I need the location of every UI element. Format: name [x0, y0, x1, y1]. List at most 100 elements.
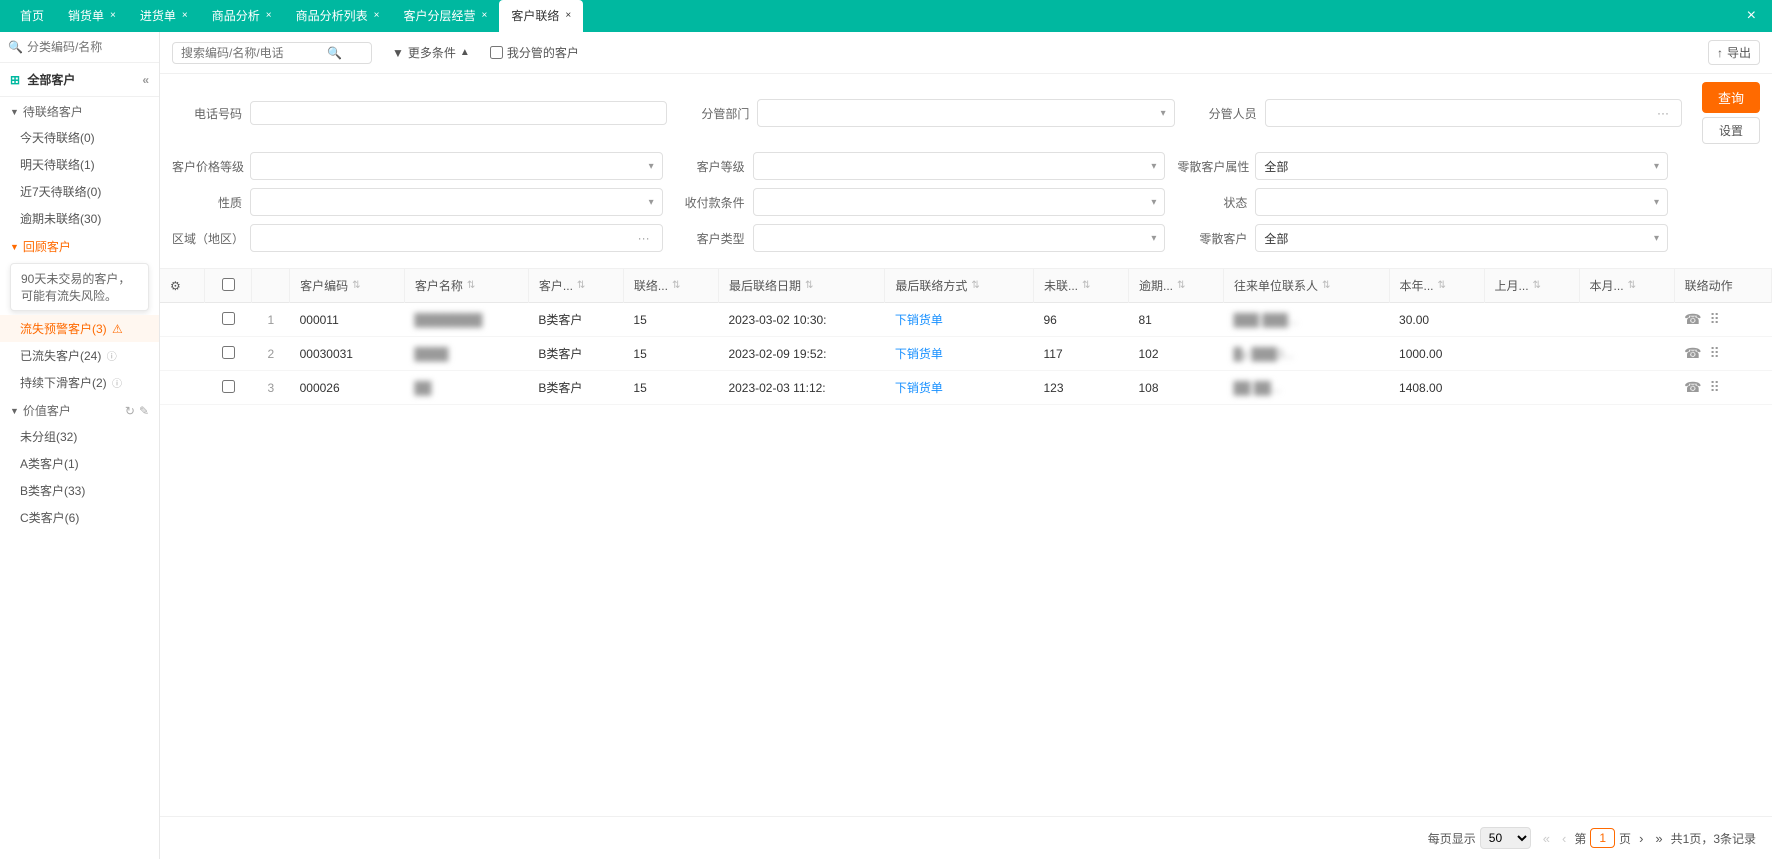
- overdue-header[interactable]: 逾期...⇅: [1129, 269, 1224, 303]
- sidebar-all-customers[interactable]: ⊞ 全部客户 «: [0, 63, 159, 97]
- my-customers-checkbox[interactable]: [490, 46, 503, 59]
- contact-icon[interactable]: ☎: [1684, 345, 1701, 362]
- this-month-header[interactable]: 本月...⇅: [1579, 269, 1674, 303]
- sidebar-item-class-a[interactable]: A类客户(1): [0, 450, 159, 477]
- customer-type-select[interactable]: ▾: [753, 224, 1166, 252]
- sidebar-item-week-contact[interactable]: 近7天待联络(0): [0, 178, 159, 205]
- more-action-icon[interactable]: ⠿: [1710, 311, 1720, 328]
- more-action-icon[interactable]: ⠿: [1710, 345, 1720, 362]
- last-month-header[interactable]: 上月...⇅: [1484, 269, 1579, 303]
- contact-icon[interactable]: ☎: [1684, 379, 1701, 396]
- zero-attr-select[interactable]: 全部 ▾: [1255, 152, 1668, 180]
- arrow-down-icon: ▼: [10, 107, 19, 117]
- close-analysis-icon[interactable]: ×: [266, 0, 272, 32]
- gear-header[interactable]: ⚙: [160, 269, 204, 303]
- row-checkbox[interactable]: [222, 380, 235, 393]
- tab-sales[interactable]: 销货单 ×: [56, 0, 128, 32]
- more-action-icon[interactable]: ⠿: [1710, 379, 1720, 396]
- name-header[interactable]: 客户名称⇅: [404, 269, 528, 303]
- tab-analysis-list[interactable]: 商品分析列表 ×: [284, 0, 392, 32]
- region-more-icon[interactable]: ···: [634, 231, 654, 245]
- close-customer-link-icon[interactable]: ×: [565, 0, 571, 32]
- search-input[interactable]: [181, 46, 321, 60]
- select-all-checkbox[interactable]: [222, 278, 235, 291]
- my-customers-checkbox-label[interactable]: 我分管的客户: [490, 44, 579, 61]
- sidebar-item-already-churned[interactable]: 已流失客户(24) ⓘ: [0, 342, 159, 369]
- sidebar-item-unclassified[interactable]: 未分组(32): [0, 423, 159, 450]
- row-code: 000026: [290, 371, 405, 405]
- last-page-button[interactable]: »: [1651, 829, 1666, 848]
- sidebar-group-value[interactable]: ▼ 价值客户 ↻ ✎: [0, 396, 159, 423]
- close-purchase-icon[interactable]: ×: [182, 0, 188, 32]
- this-year-header[interactable]: 本年...⇅: [1389, 269, 1484, 303]
- sidebar-search-input[interactable]: [27, 40, 160, 54]
- total-info: 共1页，3条记录: [1671, 830, 1756, 847]
- row-checkbox-cell[interactable]: [204, 303, 252, 337]
- row-checkbox-cell[interactable]: [204, 337, 252, 371]
- sidebar-item-tomorrow-contact[interactable]: 明天待联络(1): [0, 151, 159, 178]
- tab-purchase[interactable]: 进货单 ×: [128, 0, 200, 32]
- dept-select[interactable]: ▾: [757, 99, 1174, 127]
- next-page-button[interactable]: ›: [1635, 829, 1647, 848]
- nature-select[interactable]: ▾: [250, 188, 663, 216]
- export-button[interactable]: ↑ 导出: [1708, 40, 1760, 65]
- checkbox-header[interactable]: [204, 269, 252, 303]
- contact-icon[interactable]: ☎: [1684, 311, 1701, 328]
- price-level-select[interactable]: ▾: [250, 152, 663, 180]
- row-last-contact-method[interactable]: 下销货单: [885, 337, 1034, 371]
- code-header[interactable]: 客户编码⇅: [290, 269, 405, 303]
- sidebar-group-churn[interactable]: ▼ 回顾客户: [0, 232, 159, 259]
- sidebar-item-declining[interactable]: 持续下滑客户(2) ⓘ: [0, 369, 159, 396]
- sidebar-item-today-contact[interactable]: 今天待联络(0): [0, 124, 159, 151]
- row-checkbox-cell[interactable]: [204, 371, 252, 405]
- phone-input[interactable]: [250, 101, 667, 125]
- sidebar-item-churn-warning[interactable]: 流失预警客户(3) ⚠: [0, 315, 159, 342]
- row-last-contact-method[interactable]: 下销货单: [885, 303, 1034, 337]
- customer-level-select[interactable]: ▾: [753, 152, 1166, 180]
- manager-select[interactable]: ···: [1265, 99, 1682, 127]
- close-all-button[interactable]: ×: [1739, 7, 1764, 25]
- close-customer-seg-icon[interactable]: ×: [481, 0, 487, 32]
- tab-customer-link[interactable]: 客户联络 ×: [499, 0, 583, 32]
- more-icon[interactable]: ···: [1653, 106, 1673, 120]
- type-header[interactable]: 客户...⇅: [528, 269, 623, 303]
- row-last-contact-method[interactable]: 下销货单: [885, 371, 1034, 405]
- close-sales-icon[interactable]: ×: [110, 0, 116, 32]
- tab-analysis[interactable]: 商品分析 ×: [200, 0, 284, 32]
- refresh-icon[interactable]: ↻: [125, 404, 135, 418]
- tab-customer-seg[interactable]: 客户分层经营 ×: [391, 0, 499, 32]
- sidebar-item-class-c[interactable]: C类客户(6): [0, 504, 159, 531]
- prev-page-button[interactable]: ‹: [1558, 829, 1570, 848]
- query-button[interactable]: 查询: [1702, 82, 1760, 113]
- gear-icon[interactable]: ⚙: [170, 279, 181, 293]
- search-box[interactable]: 🔍: [172, 42, 372, 64]
- tab-home[interactable]: 首页: [8, 0, 56, 32]
- no-contact-header[interactable]: 未联...⇅: [1033, 269, 1128, 303]
- current-page[interactable]: 1: [1590, 828, 1615, 848]
- unit-contact-header[interactable]: 往来单位联系人⇅: [1224, 269, 1390, 303]
- payment-select[interactable]: ▾: [753, 188, 1166, 216]
- edit-icon[interactable]: ✎: [139, 404, 149, 418]
- row-checkbox[interactable]: [222, 312, 235, 325]
- sidebar-collapse-icon[interactable]: «: [142, 73, 149, 87]
- customer-level-label: 客户等级: [675, 158, 745, 175]
- last-contact-method-header[interactable]: 最后联络方式⇅: [885, 269, 1034, 303]
- last-contact-date-header[interactable]: 最后联络日期⇅: [718, 269, 884, 303]
- sidebar-item-class-b[interactable]: B类客户(33): [0, 477, 159, 504]
- settings-button[interactable]: 设置: [1702, 117, 1760, 144]
- main-container: 🔍 ⊞ 全部客户 « ▼ 待联络客户 今天待联络(0) 明天待联络(1) 近7天…: [0, 32, 1772, 859]
- sidebar-group-pending[interactable]: ▼ 待联络客户: [0, 97, 159, 124]
- sidebar-item-overdue-contact[interactable]: 逾期未联络(30): [0, 205, 159, 232]
- per-page-select[interactable]: 50 20 100: [1480, 827, 1531, 849]
- row-checkbox[interactable]: [222, 346, 235, 359]
- sort-icon-9: ⇅: [1322, 280, 1330, 291]
- status-label: 状态: [1177, 194, 1247, 211]
- status-select[interactable]: ▾: [1255, 188, 1668, 216]
- filter-phone: 电话号码: [172, 101, 667, 125]
- more-conditions-button[interactable]: ▼ 更多条件 ▲: [384, 41, 478, 64]
- zero-customer-select[interactable]: 全部 ▾: [1255, 224, 1668, 252]
- close-analysis-list-icon[interactable]: ×: [374, 0, 380, 32]
- region-input[interactable]: ···: [250, 224, 663, 252]
- first-page-button[interactable]: «: [1539, 829, 1554, 848]
- contact-header[interactable]: 联络...⇅: [623, 269, 718, 303]
